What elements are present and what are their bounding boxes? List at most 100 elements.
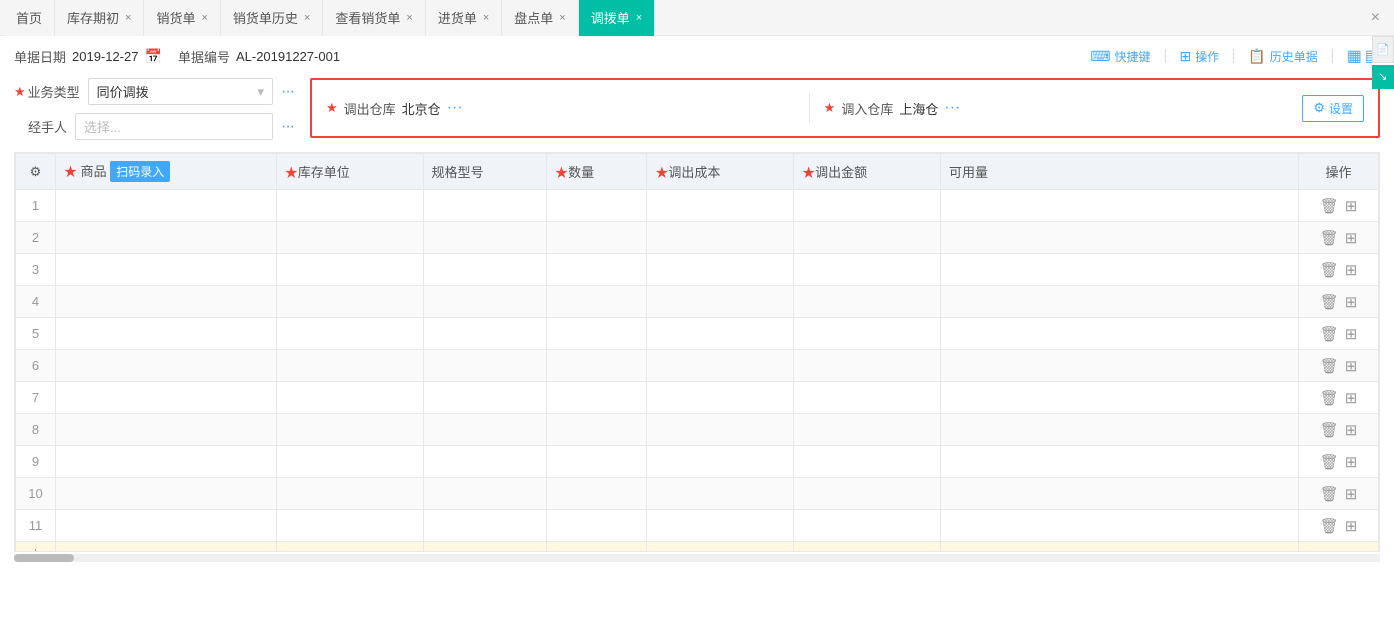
window-close-icon[interactable]: × (1361, 9, 1390, 27)
tab-inventory-init[interactable]: 库存期初 × (55, 0, 144, 36)
unit-cell[interactable] (276, 510, 423, 542)
tab-sales-order[interactable]: 销货单 × (144, 0, 220, 36)
copy-icon[interactable]: ⊞ (1345, 389, 1358, 407)
tab-sales-history[interactable]: 销货单历史 × (221, 0, 323, 36)
out-warehouse-more-btn[interactable]: ··· (447, 99, 463, 117)
delete-icon[interactable]: 🗑 (1320, 485, 1339, 503)
available-cell[interactable] (940, 286, 1298, 318)
tab-transfer[interactable]: 调拨单 × (579, 0, 655, 36)
copy-icon[interactable]: ⊞ (1345, 293, 1358, 311)
qty-cell[interactable] (547, 222, 647, 254)
tab-close-purchase[interactable]: × (483, 12, 489, 24)
amount-cell[interactable] (794, 286, 941, 318)
product-cell[interactable] (56, 190, 277, 222)
delete-icon[interactable]: 🗑 (1320, 389, 1339, 407)
operate-action[interactable]: ⊞ 操作 (1180, 48, 1220, 65)
product-cell[interactable] (56, 286, 277, 318)
spec-cell[interactable] (423, 350, 547, 382)
qty-cell[interactable] (547, 190, 647, 222)
tab-view-sales[interactable]: 查看销货单 × (323, 0, 425, 36)
tab-close-transfer[interactable]: × (636, 12, 642, 24)
available-cell[interactable] (940, 254, 1298, 286)
copy-icon[interactable]: ⊞ (1345, 261, 1358, 279)
cost-cell[interactable] (647, 478, 794, 510)
amount-cell[interactable] (794, 382, 941, 414)
copy-icon[interactable]: ⊞ (1345, 229, 1358, 247)
spec-cell[interactable] (423, 510, 547, 542)
available-cell[interactable] (940, 414, 1298, 446)
amount-cell[interactable] (794, 190, 941, 222)
grid-icon-1[interactable]: ▦ (1347, 46, 1362, 66)
cost-cell[interactable] (647, 318, 794, 350)
available-cell[interactable] (940, 190, 1298, 222)
unit-cell[interactable] (276, 190, 423, 222)
spec-cell[interactable] (423, 382, 547, 414)
tab-home[interactable]: 首页 (4, 0, 55, 36)
history-action[interactable]: 📋 历史单据 (1248, 48, 1317, 65)
amount-cell[interactable] (794, 478, 941, 510)
qty-cell[interactable] (547, 350, 647, 382)
product-cell[interactable] (56, 254, 277, 286)
calendar-icon[interactable]: 📅 (145, 48, 162, 65)
tab-close-sales-order[interactable]: × (201, 12, 207, 24)
settings-button[interactable]: ⚙ 设置 (1302, 95, 1364, 122)
horizontal-scrollbar[interactable] (14, 554, 1380, 562)
copy-icon[interactable]: ⊞ (1345, 421, 1358, 439)
delete-icon[interactable]: 🗑 (1320, 453, 1339, 471)
cost-cell[interactable] (647, 222, 794, 254)
spec-cell[interactable] (423, 478, 547, 510)
available-cell[interactable] (940, 478, 1298, 510)
cost-cell[interactable] (647, 286, 794, 318)
product-cell[interactable] (56, 318, 277, 350)
delete-icon[interactable]: 🗑 (1320, 293, 1339, 311)
handler-select[interactable]: 选择... (75, 113, 273, 140)
in-warehouse-more-btn[interactable]: ··· (944, 99, 960, 117)
cost-cell[interactable] (647, 254, 794, 286)
spec-cell[interactable] (423, 222, 547, 254)
available-cell[interactable] (940, 510, 1298, 542)
unit-cell[interactable] (276, 318, 423, 350)
spec-cell[interactable] (423, 446, 547, 478)
product-cell[interactable] (56, 350, 277, 382)
th-gear[interactable]: ⚙ (16, 154, 56, 190)
qty-cell[interactable] (547, 318, 647, 350)
product-cell[interactable] (56, 222, 277, 254)
amount-cell[interactable] (794, 222, 941, 254)
delete-icon[interactable]: 🗑 (1320, 325, 1339, 343)
cost-cell[interactable] (647, 382, 794, 414)
unit-cell[interactable] (276, 222, 423, 254)
tab-close-inventory-init[interactable]: × (125, 12, 131, 24)
unit-cell[interactable] (276, 286, 423, 318)
unit-cell[interactable] (276, 350, 423, 382)
product-cell[interactable] (56, 446, 277, 478)
qty-cell[interactable] (547, 286, 647, 318)
unit-cell[interactable] (276, 382, 423, 414)
spec-cell[interactable] (423, 190, 547, 222)
delete-icon[interactable]: 🗑 (1320, 197, 1339, 215)
qty-cell[interactable] (547, 382, 647, 414)
tab-stocktake[interactable]: 盘点单 × (502, 0, 578, 36)
qty-cell[interactable] (547, 414, 647, 446)
sidebar-btn-document[interactable]: 📄 (1372, 36, 1394, 63)
copy-icon[interactable]: ⊞ (1345, 325, 1358, 343)
tab-purchase[interactable]: 进货单 × (426, 0, 502, 36)
cost-cell[interactable] (647, 190, 794, 222)
available-cell[interactable] (940, 318, 1298, 350)
qty-cell[interactable] (547, 254, 647, 286)
biz-type-more-btn[interactable]: ··· (281, 83, 294, 101)
biz-type-select[interactable]: 同价调拨 ▾ (88, 78, 273, 105)
copy-icon[interactable]: ⊞ (1345, 485, 1358, 503)
qty-cell[interactable] (547, 446, 647, 478)
amount-cell[interactable] (794, 510, 941, 542)
available-cell[interactable] (940, 446, 1298, 478)
shortcut-action[interactable]: ⌨ 快捷键 (1090, 48, 1150, 65)
cost-cell[interactable] (647, 446, 794, 478)
amount-cell[interactable] (794, 254, 941, 286)
unit-cell[interactable] (276, 478, 423, 510)
copy-icon[interactable]: ⊞ (1345, 517, 1358, 535)
delete-icon[interactable]: 🗑 (1320, 261, 1339, 279)
spec-cell[interactable] (423, 254, 547, 286)
qty-cell[interactable] (547, 510, 647, 542)
handler-more-btn[interactable]: ··· (281, 118, 294, 136)
qty-cell[interactable] (547, 478, 647, 510)
